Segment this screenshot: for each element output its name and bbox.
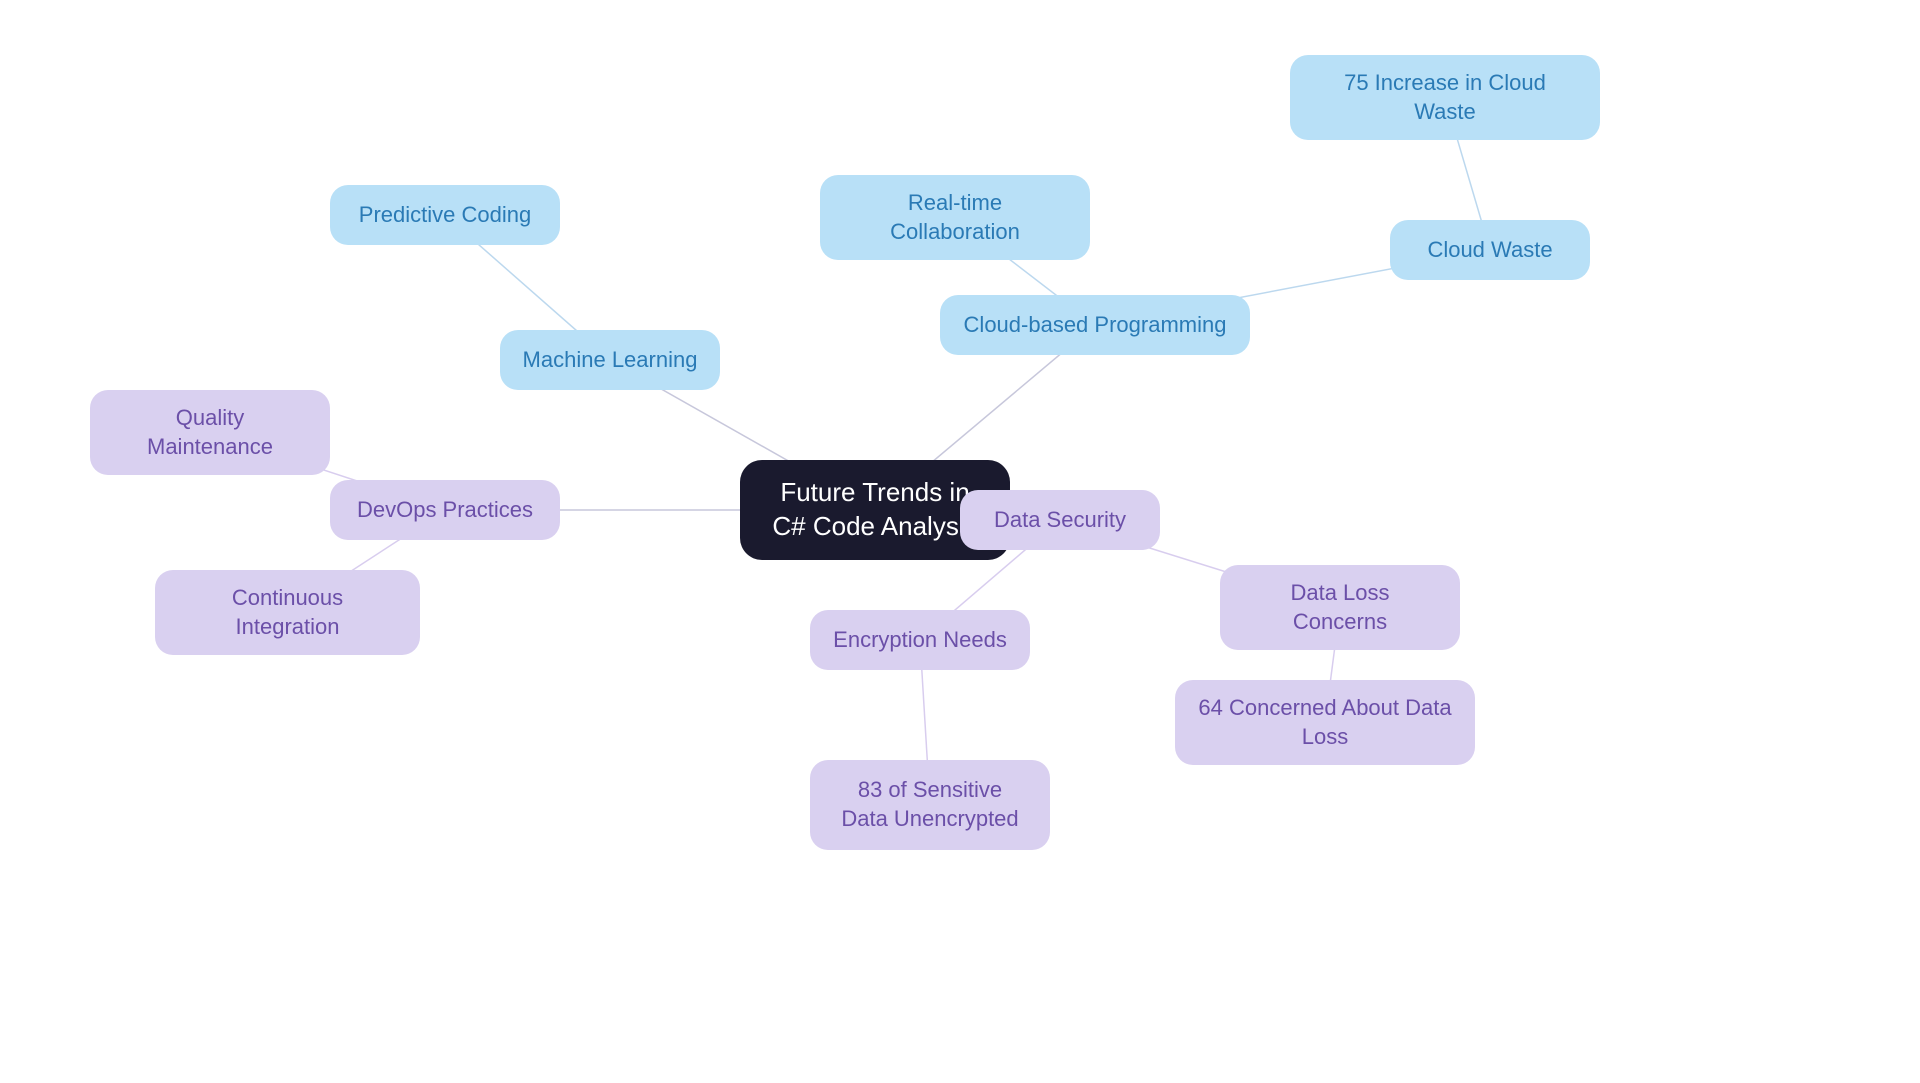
node-label-quality_maintenance: Quality Maintenance xyxy=(112,404,308,461)
node-continuous_integration: Continuous Integration xyxy=(155,570,420,655)
node-cloud_waste_node: Cloud Waste xyxy=(1390,220,1590,280)
node-concerned_data_loss: 64 Concerned About Data Loss xyxy=(1175,680,1475,765)
node-label-realtime_collab: Real-time Collaboration xyxy=(842,189,1068,246)
node-label-continuous_integration: Continuous Integration xyxy=(177,584,398,641)
node-label-predictive_coding: Predictive Coding xyxy=(359,201,531,230)
node-label-center: Future Trends in C# Code Analysis xyxy=(762,476,988,544)
node-label-data_security: Data Security xyxy=(994,506,1126,535)
node-data_loss_concerns: Data Loss Concerns xyxy=(1220,565,1460,650)
node-label-cloud_waste_node: Cloud Waste xyxy=(1427,236,1552,265)
node-label-devops_practices: DevOps Practices xyxy=(357,496,533,525)
node-devops_practices: DevOps Practices xyxy=(330,480,560,540)
node-label-data_loss_concerns: Data Loss Concerns xyxy=(1242,579,1438,636)
node-quality_maintenance: Quality Maintenance xyxy=(90,390,330,475)
node-label-sensitive_data: 83 of Sensitive Data Unencrypted xyxy=(832,776,1028,833)
node-label-encryption_needs: Encryption Needs xyxy=(833,626,1007,655)
node-predictive_coding: Predictive Coding xyxy=(330,185,560,245)
mindmap-container: Future Trends in C# Code Analysis Predict… xyxy=(0,0,1920,1083)
node-label-increase_cloud_waste: 75 Increase in Cloud Waste xyxy=(1312,69,1578,126)
node-increase_cloud_waste: 75 Increase in Cloud Waste xyxy=(1290,55,1600,140)
node-sensitive_data: 83 of Sensitive Data Unencrypted xyxy=(810,760,1050,850)
node-label-cloud_based: Cloud-based Programming xyxy=(964,311,1227,340)
node-label-machine_learning: Machine Learning xyxy=(523,346,698,375)
node-label-concerned_data_loss: 64 Concerned About Data Loss xyxy=(1197,694,1453,751)
node-encryption_needs: Encryption Needs xyxy=(810,610,1030,670)
node-realtime_collab: Real-time Collaboration xyxy=(820,175,1090,260)
node-machine_learning: Machine Learning xyxy=(500,330,720,390)
node-cloud_based: Cloud-based Programming xyxy=(940,295,1250,355)
node-data_security: Data Security xyxy=(960,490,1160,550)
